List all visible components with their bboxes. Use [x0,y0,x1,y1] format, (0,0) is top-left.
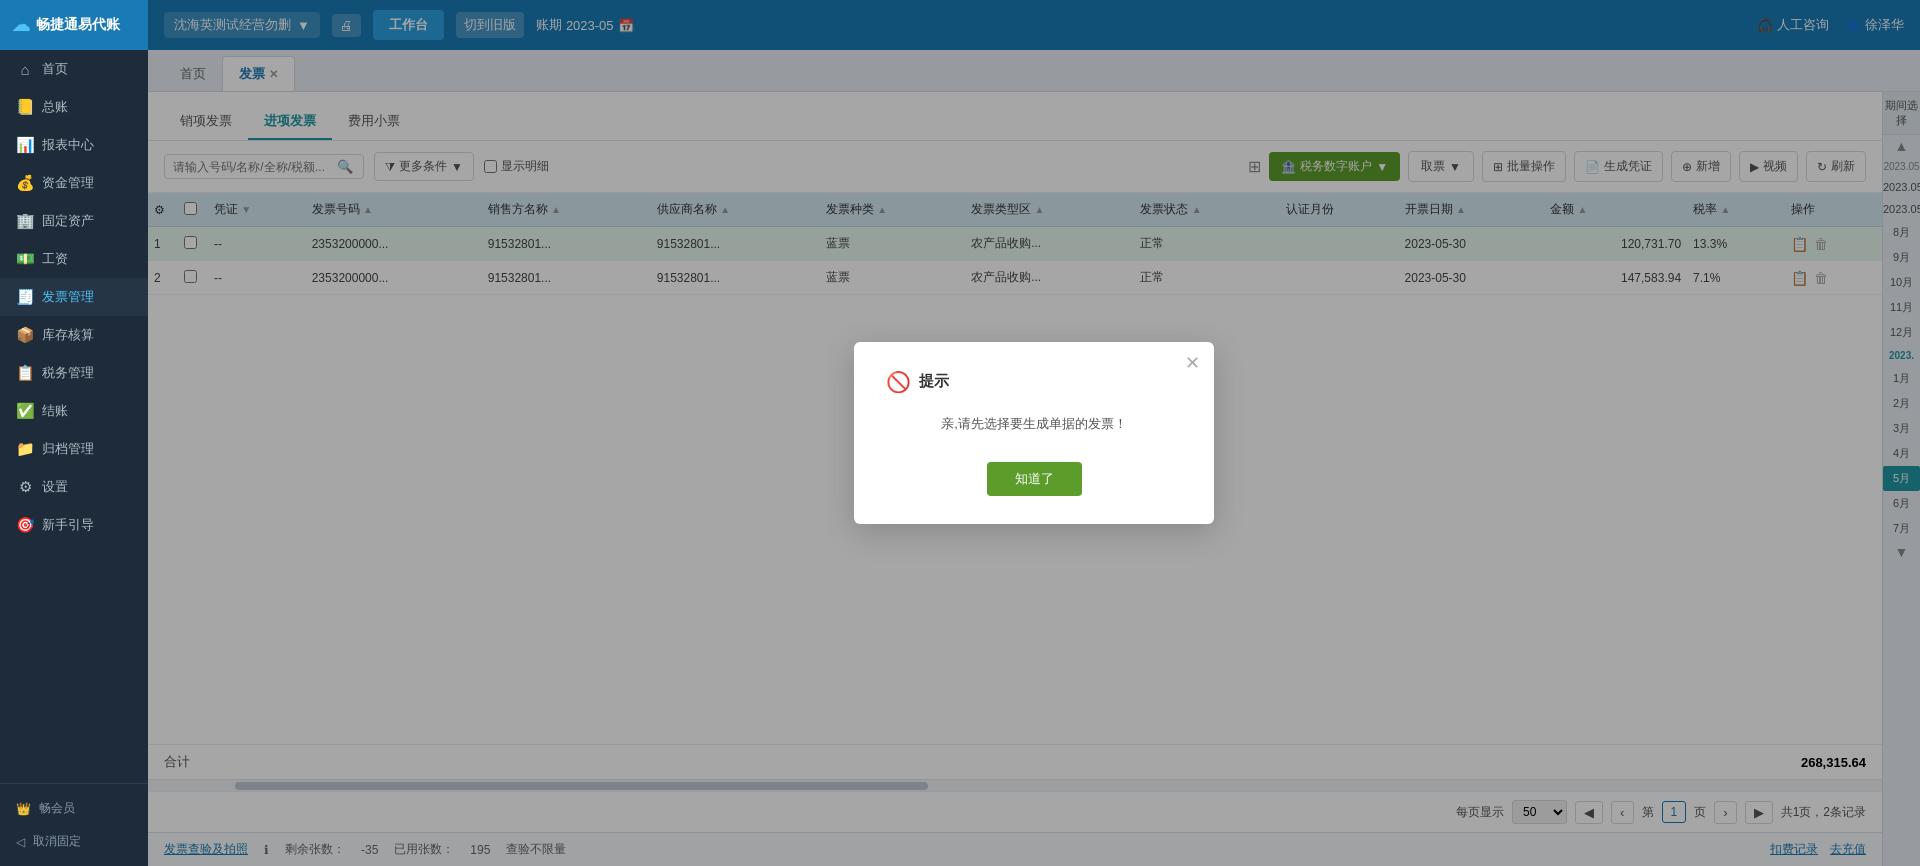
app-name: 畅捷通易代账 [36,16,120,34]
guide-icon: 🎯 [16,516,34,534]
sidebar-member[interactable]: 👑 畅会员 [0,792,148,825]
sidebar-item-label: 结账 [42,402,68,420]
sidebar-item-label: 发票管理 [42,288,94,306]
sidebar: ☁ 畅捷通易代账 ⌂ 首页 📒 总账 📊 报表中心 💰 资金管理 🏢 固定资产 … [0,0,148,866]
sidebar-item-assets[interactable]: 🏢 固定资产 [0,202,148,240]
sidebar-item-label: 资金管理 [42,174,94,192]
sidebar-item-checkout[interactable]: ✅ 结账 [0,392,148,430]
main-area: 沈海英测试经营勿删 ▼ 🖨 工作台 切到旧版 账期 2023-05 📅 🎧 人工… [148,0,1920,866]
sidebar-item-tax[interactable]: 📋 税务管理 [0,354,148,392]
sidebar-item-inventory[interactable]: 📦 库存核算 [0,316,148,354]
sidebar-item-invoice[interactable]: 🧾 发票管理 [0,278,148,316]
dialog-warning-icon: 🚫 [886,370,911,394]
settings-icon: ⚙ [16,478,34,496]
inventory-icon: 📦 [16,326,34,344]
tax-icon: 📋 [16,364,34,382]
app-logo: ☁ 畅捷通易代账 [0,0,148,50]
sidebar-item-label: 库存核算 [42,326,94,344]
sidebar-item-salary[interactable]: 💵 工资 [0,240,148,278]
logo-icon: ☁ [12,14,30,36]
cancel-fixed-icon: ◁ [16,835,25,849]
sidebar-item-label: 税务管理 [42,364,94,382]
sidebar-item-reports[interactable]: 📊 报表中心 [0,126,148,164]
assets-icon: 🏢 [16,212,34,230]
sidebar-item-label: 设置 [42,478,68,496]
sidebar-item-label: 固定资产 [42,212,94,230]
sidebar-item-funds[interactable]: 💰 资金管理 [0,164,148,202]
sidebar-item-label: 首页 [42,60,68,78]
dialog: ✕ 🚫 提示 亲,请先选择要生成单据的发票！ 知道了 [854,342,1214,525]
sidebar-item-label: 总账 [42,98,68,116]
home-icon: ⌂ [16,61,34,78]
dialog-title-row: 🚫 提示 [886,370,1182,394]
member-icon: 👑 [16,802,31,816]
sidebar-item-archive[interactable]: 📁 归档管理 [0,430,148,468]
dialog-overlay: ✕ 🚫 提示 亲,请先选择要生成单据的发票！ 知道了 [148,0,1920,866]
member-label: 畅会员 [39,800,75,817]
sidebar-item-label: 工资 [42,250,68,268]
dialog-confirm-btn[interactable]: 知道了 [987,462,1082,496]
cancel-fixed-btn[interactable]: ◁ 取消固定 [0,825,148,858]
checkout-icon: ✅ [16,402,34,420]
ledger-icon: 📒 [16,98,34,116]
sidebar-item-label: 归档管理 [42,440,94,458]
dialog-message: 亲,请先选择要生成单据的发票！ [886,414,1182,435]
invoice-icon: 🧾 [16,288,34,306]
sidebar-bottom: 👑 畅会员 ◁ 取消固定 [0,783,148,866]
sidebar-item-settings[interactable]: ⚙ 设置 [0,468,148,506]
dialog-title: 提示 [919,372,949,391]
dialog-close-btn[interactable]: ✕ [1185,352,1200,374]
sidebar-item-label: 报表中心 [42,136,94,154]
dialog-btn-row: 知道了 [886,462,1182,496]
archive-icon: 📁 [16,440,34,458]
reports-icon: 📊 [16,136,34,154]
sidebar-item-guide[interactable]: 🎯 新手引导 [0,506,148,544]
sidebar-item-ledger[interactable]: 📒 总账 [0,88,148,126]
sidebar-item-label: 新手引导 [42,516,94,534]
sidebar-item-home[interactable]: ⌂ 首页 [0,50,148,88]
funds-icon: 💰 [16,174,34,192]
salary-icon: 💵 [16,250,34,268]
cancel-fixed-label: 取消固定 [33,833,81,850]
